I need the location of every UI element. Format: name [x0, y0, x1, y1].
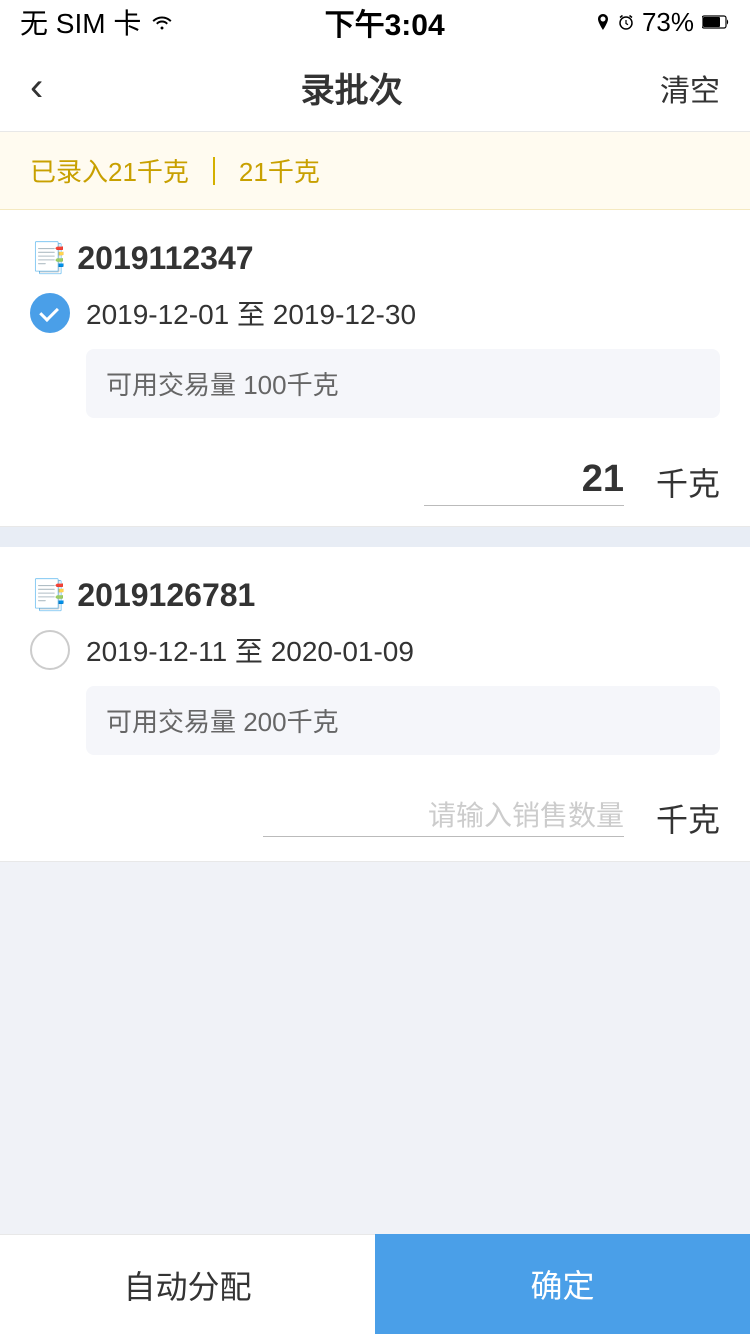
- batch-2-id: 2019126781: [77, 577, 255, 614]
- batch-1-id: 2019112347: [77, 240, 253, 277]
- summary-divider: [213, 157, 215, 185]
- batch-2-icon: 📑: [30, 578, 67, 613]
- batch-1-input-wrapper: [30, 458, 624, 506]
- batch-2-input-wrapper: [30, 800, 624, 837]
- status-left: 无 SIM 卡: [20, 2, 173, 42]
- status-bar: 无 SIM 卡 下午3:04 73%: [0, 0, 750, 44]
- batch-2-availability-text: 可用交易量 200千克: [106, 707, 339, 737]
- total-label: 21千克: [239, 152, 320, 189]
- batch-1-quantity-input[interactable]: [424, 458, 624, 506]
- batch-2-header: 📑 2019126781: [30, 577, 720, 614]
- batch-2-availability: 可用交易量 200千克: [86, 686, 720, 755]
- alarm-icon: [618, 14, 634, 30]
- batch-1-input-row: 千克: [0, 438, 750, 527]
- section-divider: [0, 527, 750, 547]
- batch-card-2: 📑 2019126781 2019-12-11 至 2020-01-09 可用交…: [0, 547, 750, 775]
- recorded-label: 已录入21千克: [30, 152, 189, 189]
- confirm-button[interactable]: 确定: [375, 1234, 750, 1334]
- nav-bar: ‹ 录批次 清空: [0, 44, 750, 132]
- status-right: 73%: [596, 7, 730, 38]
- batch-2-underline-wrap: [263, 800, 624, 837]
- location-icon: [596, 14, 610, 30]
- batch-1-availability-text: 可用交易量 100千克: [106, 370, 339, 400]
- batch-1-date-row[interactable]: 2019-12-01 至 2019-12-30: [30, 293, 720, 333]
- batch-1-date: 2019-12-01 至 2019-12-30: [86, 293, 416, 333]
- batch-1-unit: 千克: [656, 459, 720, 505]
- page-title: 录批次: [301, 63, 403, 112]
- battery-icon: [702, 15, 730, 29]
- back-button[interactable]: ‹: [30, 65, 43, 110]
- batch-1-header: 📑 2019112347: [30, 240, 720, 277]
- batch-card-1: 📑 2019112347 2019-12-01 至 2019-12-30 可用交…: [0, 210, 750, 438]
- summary-banner: 已录入21千克 21千克: [0, 132, 750, 210]
- content-area: 已录入21千克 21千克 📑 2019112347 2019-12-01 至 2…: [0, 132, 750, 962]
- bottom-buttons: 自动分配 确定: [0, 1234, 750, 1334]
- batch-2-unit: 千克: [656, 795, 720, 841]
- batch-1-availability: 可用交易量 100千克: [86, 349, 720, 418]
- batch-1-radio[interactable]: [30, 293, 70, 333]
- batch-2-input-row: 千克: [0, 775, 750, 862]
- battery-text: 73%: [642, 7, 694, 38]
- wifi-icon: [151, 14, 173, 30]
- auto-distribute-button[interactable]: 自动分配: [0, 1234, 375, 1334]
- status-time: 下午3:04: [325, 0, 445, 44]
- batch-2-date-row[interactable]: 2019-12-11 至 2020-01-09: [30, 630, 720, 670]
- batch-1-icon: 📑: [30, 241, 67, 276]
- batch-2-date: 2019-12-11 至 2020-01-09: [86, 630, 414, 670]
- clear-button[interactable]: 清空: [660, 66, 720, 110]
- batch-2-quantity-input[interactable]: [263, 800, 624, 837]
- batch-1-underline-wrap: [424, 458, 624, 506]
- no-sim-text: 无 SIM 卡: [20, 2, 141, 42]
- batch-2-radio[interactable]: [30, 630, 70, 670]
